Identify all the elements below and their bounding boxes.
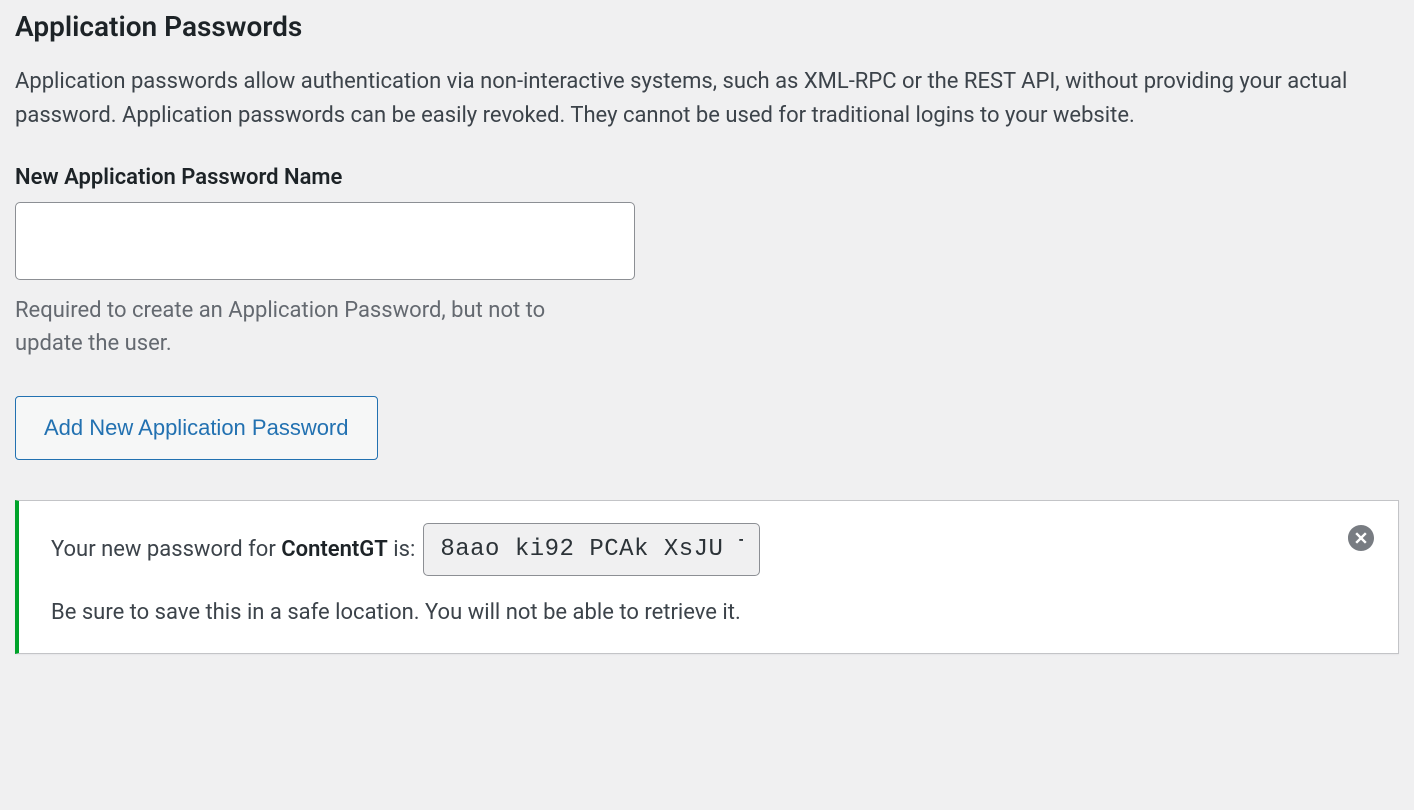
notice-suffix: is: (388, 537, 416, 562)
add-new-application-password-button[interactable]: Add New Application Password (15, 396, 378, 460)
password-name-input[interactable] (15, 202, 635, 280)
notice-warning-text: Be sure to save this in a safe location.… (51, 600, 1338, 625)
password-name-label: New Application Password Name (15, 165, 1399, 190)
notice-app-name: ContentGT (281, 537, 388, 562)
new-password-notice: Your new password for ContentGT is: Be s… (15, 500, 1399, 654)
notice-prefix: Your new password for (51, 537, 281, 562)
section-heading: Application Passwords (15, 10, 1399, 43)
close-icon (1348, 525, 1374, 551)
generated-password-field[interactable] (423, 523, 760, 576)
section-description: Application passwords allow authenticati… (15, 65, 1375, 133)
notice-text: Your new password for ContentGT is: (51, 537, 415, 562)
password-name-help: Required to create an Application Passwo… (15, 294, 615, 360)
dismiss-notice-button[interactable] (1346, 523, 1376, 553)
notice-password-line: Your new password for ContentGT is: (51, 523, 1338, 576)
